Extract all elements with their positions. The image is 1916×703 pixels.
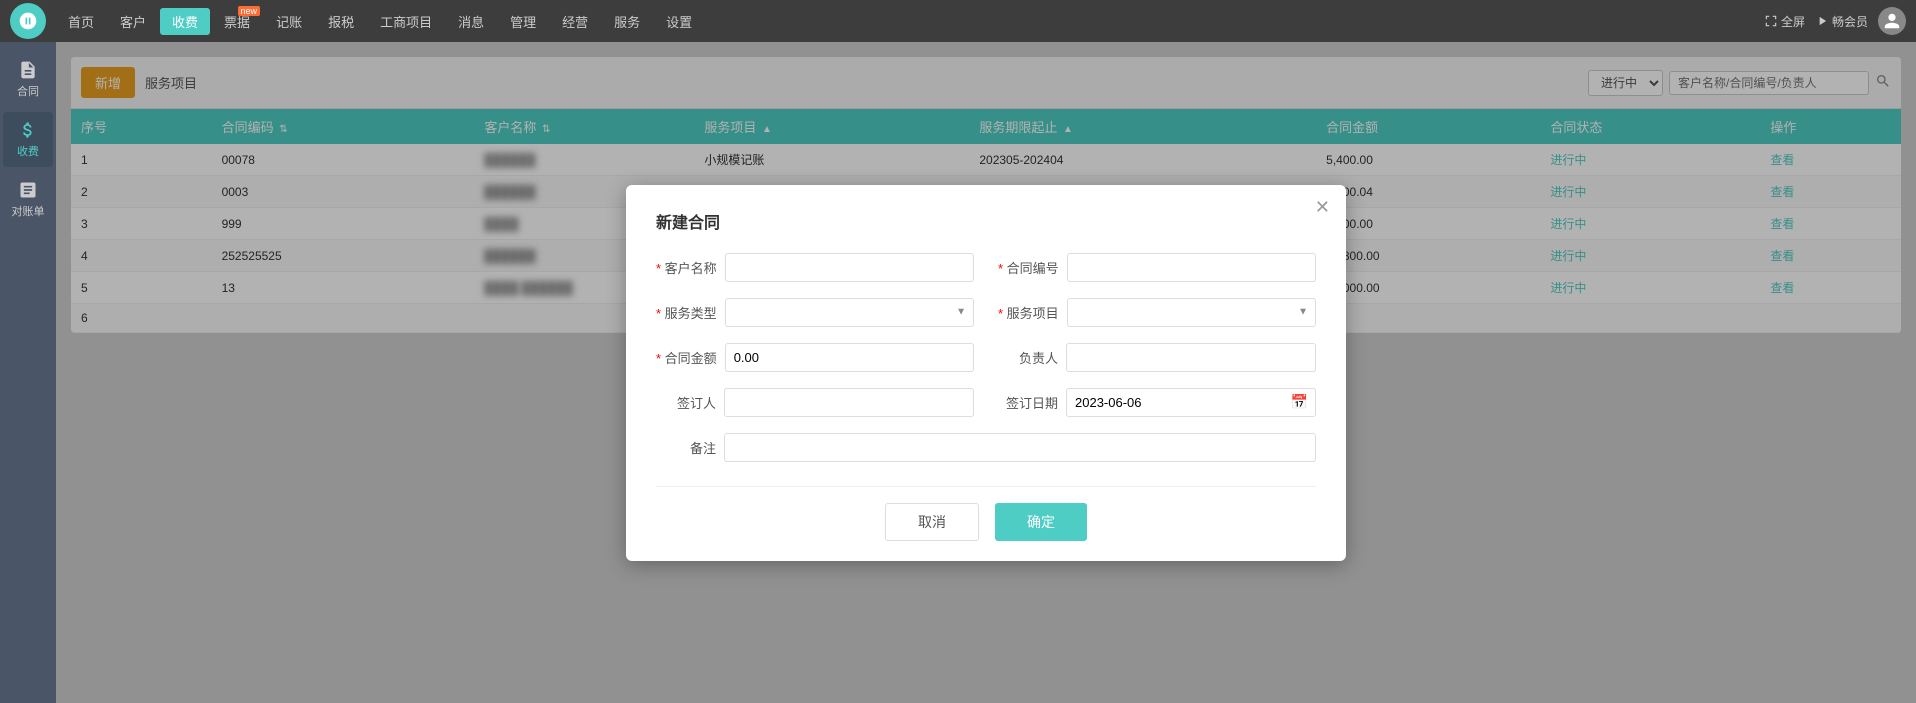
service-type-label: 服务类型 [656, 303, 717, 322]
sidebar-item-statement[interactable]: 对账单 [3, 172, 53, 227]
fullscreen-button[interactable]: 全屏 [1764, 13, 1805, 30]
modal-title: 新建合同 [656, 209, 1316, 233]
nav-tax[interactable]: 报税 [316, 8, 366, 35]
remarks-input[interactable] [724, 433, 1316, 462]
responsible-label: 负责人 [998, 348, 1058, 367]
avatar[interactable] [1878, 7, 1906, 35]
member-button[interactable]: 畅会员 [1815, 13, 1868, 30]
nav-invoice[interactable]: 票据 new [212, 8, 262, 35]
modal-footer: 取消 确定 [656, 486, 1316, 541]
service-item-select[interactable] [1067, 298, 1316, 327]
modal-close-button[interactable]: ✕ [1315, 197, 1330, 218]
signer-label: 签订人 [656, 393, 716, 412]
form-row-service-item: 服务项目 [998, 298, 1316, 327]
calendar-icon: 📅 [1291, 394, 1308, 411]
form-row-remarks: 备注 [656, 433, 1316, 462]
cancel-button[interactable]: 取消 [885, 503, 979, 541]
form-row-responsible: 负责人 [998, 343, 1316, 372]
nav-manage[interactable]: 管理 [498, 8, 548, 35]
service-item-label: 服务项目 [998, 303, 1059, 322]
content-area: 新增 服务项目 进行中 已完成 已终止 [56, 42, 1916, 703]
form-row-service-type: 服务类型 [656, 298, 974, 327]
form-row-signer: 签订人 [656, 388, 974, 417]
nav-client[interactable]: 客户 [108, 8, 158, 35]
service-type-select[interactable] [725, 298, 974, 327]
nav-service[interactable]: 服务 [602, 8, 652, 35]
top-nav: 首页 客户 收费 票据 new 记账 报税 工商项目 消息 管理 经营 服务 设… [0, 0, 1916, 42]
nav-bookkeeping[interactable]: 记账 [264, 8, 314, 35]
nav-home[interactable]: 首页 [56, 8, 106, 35]
nav-business[interactable]: 工商项目 [368, 8, 444, 35]
modal-dialog: ✕ 新建合同 客户名称 合同编号 服务类型 [626, 185, 1346, 561]
contract-no-input[interactable] [1067, 253, 1316, 282]
form-row-sign-date: 签订日期 📅 [998, 388, 1316, 417]
service-item-wrapper [1067, 298, 1316, 327]
confirm-button[interactable]: 确定 [995, 503, 1087, 541]
logo [10, 3, 46, 39]
customer-input[interactable] [725, 253, 974, 282]
amount-input[interactable] [725, 343, 974, 372]
nav-operation[interactable]: 经营 [550, 8, 600, 35]
nav-settings[interactable]: 设置 [654, 8, 704, 35]
form-row-amount: 合同金额 [656, 343, 974, 372]
responsible-input[interactable] [1066, 343, 1316, 372]
nav-items: 首页 客户 收费 票据 new 记账 报税 工商项目 消息 管理 经营 服务 设… [56, 8, 1764, 35]
nav-right: 全屏 畅会员 [1764, 7, 1906, 35]
form-grid: 客户名称 合同编号 服务类型 [656, 253, 1316, 417]
main-layout: 合同 收费 对账单 新增 服务项目 进行中 已完成 已终止 [0, 42, 1916, 703]
sign-date-wrapper: 📅 [1066, 388, 1316, 417]
contract-no-label: 合同编号 [998, 258, 1059, 277]
new-badge: new [238, 6, 261, 16]
sidebar-item-fee[interactable]: 收费 [3, 112, 53, 167]
signer-input[interactable] [724, 388, 974, 417]
customer-label: 客户名称 [656, 258, 717, 277]
form-row-customer: 客户名称 [656, 253, 974, 282]
amount-label: 合同金额 [656, 348, 717, 367]
sidebar: 合同 收费 对账单 [0, 42, 56, 703]
remarks-label: 备注 [656, 438, 716, 457]
form-row-contract-no: 合同编号 [998, 253, 1316, 282]
modal-overlay: ✕ 新建合同 客户名称 合同编号 服务类型 [56, 42, 1916, 703]
sidebar-item-contract[interactable]: 合同 [3, 52, 53, 107]
sign-date-label: 签订日期 [998, 393, 1058, 412]
nav-message[interactable]: 消息 [446, 8, 496, 35]
service-type-wrapper [725, 298, 974, 327]
nav-fee[interactable]: 收费 [160, 8, 210, 35]
sign-date-input[interactable] [1066, 388, 1316, 417]
